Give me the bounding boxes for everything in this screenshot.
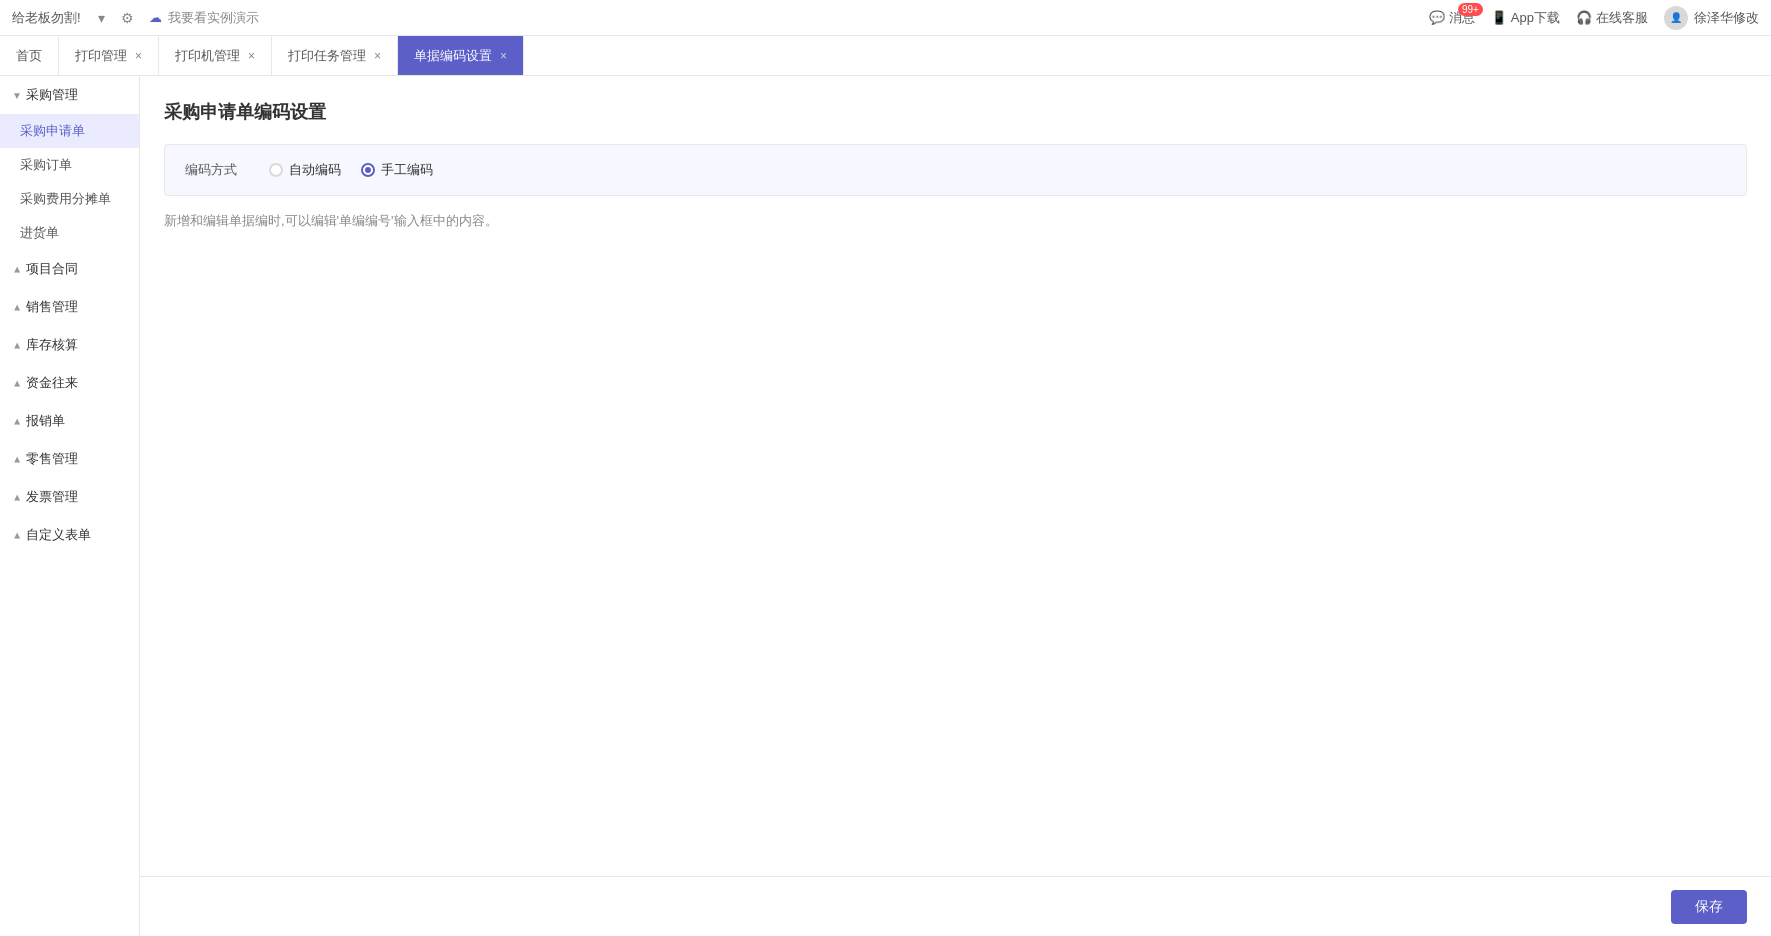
radio-auto-code[interactable]: 自动编码: [269, 161, 341, 179]
user-name: 徐泽华修改: [1694, 9, 1759, 27]
sidebar-group-project: ► 项目合同: [0, 250, 139, 288]
expense-report-group-arrow: ►: [11, 416, 22, 426]
tab-print-management-close[interactable]: ×: [135, 49, 142, 63]
message-icon: 💬: [1429, 10, 1445, 25]
coding-method-section: 编码方式 自动编码 手工编码: [164, 144, 1747, 196]
sidebar-item-purchase-order[interactable]: 采购订单: [0, 148, 139, 182]
sidebar-group-title-retail[interactable]: ► 零售管理: [0, 440, 139, 478]
demo-text: 我要看实例演示: [168, 9, 259, 27]
sidebar-group-inventory: ► 库存核算: [0, 326, 139, 364]
radio-auto-circle: [269, 163, 283, 177]
inventory-group-label: 库存核算: [26, 336, 78, 354]
content-area: 采购申请单编码设置 编码方式 自动编码 手工编码: [140, 76, 1771, 936]
settings-icon[interactable]: ⚙: [119, 9, 137, 27]
demo-section[interactable]: ☁ 我要看实例演示: [149, 9, 259, 27]
cloud-icon: ☁: [149, 10, 162, 25]
app-download-button[interactable]: 📱 App下载: [1491, 9, 1560, 27]
tab-printer-management[interactable]: 打印机管理 ×: [159, 36, 272, 75]
brand-text: 给老板勿割!: [12, 9, 81, 27]
tab-printer-management-close[interactable]: ×: [248, 49, 255, 63]
finance-group-label: 资金往来: [26, 374, 78, 392]
sidebar: ▼ 采购管理 采购申请单 采购订单 采购费用分摊单 进货单 ► 项目合同: [0, 76, 140, 936]
sales-group-arrow: ►: [11, 302, 22, 312]
sidebar-group-title-purchase[interactable]: ▼ 采购管理: [0, 76, 139, 114]
sidebar-group-expense-report: ► 报销单: [0, 402, 139, 440]
tab-print-task-management[interactable]: 打印任务管理 ×: [272, 36, 398, 75]
coding-method-label: 编码方式: [185, 161, 245, 179]
tab-print-management[interactable]: 打印管理 ×: [59, 36, 159, 75]
dropdown-icon[interactable]: ▾: [93, 9, 111, 27]
tab-print-task-management-label: 打印任务管理: [288, 47, 366, 65]
coding-method-row: 编码方式 自动编码 手工编码: [185, 161, 1726, 179]
expense-report-group-label: 报销单: [26, 412, 65, 430]
custom-form-group-arrow: ►: [11, 530, 22, 540]
notification-badge: 99+: [1458, 3, 1483, 16]
sidebar-group-title-inventory[interactable]: ► 库存核算: [0, 326, 139, 364]
retail-group-label: 零售管理: [26, 450, 78, 468]
footer-bar: 保存: [140, 876, 1771, 936]
main-layout: ▼ 采购管理 采购申请单 采购订单 采购费用分摊单 进货单 ► 项目合同: [0, 76, 1771, 936]
project-group-label: 项目合同: [26, 260, 78, 278]
sidebar-group-sales: ► 销售管理: [0, 288, 139, 326]
user-button[interactable]: 👤 徐泽华修改: [1664, 6, 1759, 30]
tab-print-task-management-close[interactable]: ×: [374, 49, 381, 63]
invoice-group-arrow: ►: [11, 492, 22, 502]
top-bar-icons: ▾ ⚙: [93, 9, 137, 27]
tab-home[interactable]: 首页: [0, 36, 59, 75]
sidebar-group-title-project[interactable]: ► 项目合同: [0, 250, 139, 288]
tab-home-label: 首页: [16, 47, 42, 65]
hint-text: 新增和编辑单据编时,可以编辑'单编编号'输入框中的内容。: [164, 212, 1747, 230]
tab-print-management-label: 打印管理: [75, 47, 127, 65]
sidebar-group-title-expense-report[interactable]: ► 报销单: [0, 402, 139, 440]
radio-manual-code[interactable]: 手工编码: [361, 161, 433, 179]
sidebar-group-title-sales[interactable]: ► 销售管理: [0, 288, 139, 326]
sidebar-group-purchase: ▼ 采购管理 采购申请单 采购订单 采购费用分摊单 进货单: [0, 76, 139, 250]
top-bar-left: 给老板勿割! ▾ ⚙ ☁ 我要看实例演示: [12, 9, 259, 27]
phone-icon: 📱: [1491, 10, 1507, 25]
tab-coding-settings-label: 单据编码设置: [414, 47, 492, 65]
sidebar-group-custom-form: ► 自定义表单: [0, 516, 139, 554]
sidebar-group-title-invoice[interactable]: ► 发票管理: [0, 478, 139, 516]
online-service-button[interactable]: 🎧 在线客服: [1576, 9, 1648, 27]
sidebar-item-goods-receipt-label: 进货单: [20, 225, 59, 240]
finance-group-arrow: ►: [11, 378, 22, 388]
tab-bar: 首页 打印管理 × 打印机管理 × 打印任务管理 × 单据编码设置 ×: [0, 36, 1771, 76]
manual-code-label: 手工编码: [381, 161, 433, 179]
online-service-label: 在线客服: [1596, 9, 1648, 27]
save-button[interactable]: 保存: [1671, 890, 1747, 924]
sidebar-item-purchase-request[interactable]: 采购申请单: [0, 114, 139, 148]
tab-coding-settings[interactable]: 单据编码设置 ×: [398, 36, 524, 75]
top-bar-right: 💬 消息 99+ 📱 App下载 🎧 在线客服 👤 徐泽华修改: [1429, 6, 1759, 30]
sidebar-item-purchase-expense-label: 采购费用分摊单: [20, 191, 111, 206]
project-group-arrow: ►: [11, 264, 22, 274]
sidebar-item-purchase-expense[interactable]: 采购费用分摊单: [0, 182, 139, 216]
retail-group-arrow: ►: [11, 454, 22, 464]
top-bar: 给老板勿割! ▾ ⚙ ☁ 我要看实例演示 💬 消息 99+ 📱 App下载 🎧 …: [0, 0, 1771, 36]
sidebar-item-purchase-request-label: 采购申请单: [20, 123, 85, 138]
sidebar-group-finance: ► 资金往来: [0, 364, 139, 402]
purchase-group-arrow: ▼: [12, 90, 22, 101]
sidebar-group-invoice: ► 发票管理: [0, 478, 139, 516]
sidebar-group-title-custom-form[interactable]: ► 自定义表单: [0, 516, 139, 554]
tab-printer-management-label: 打印机管理: [175, 47, 240, 65]
notification-button[interactable]: 💬 消息 99+: [1429, 9, 1475, 27]
purchase-group-label: 采购管理: [26, 86, 78, 104]
sidebar-item-goods-receipt[interactable]: 进货单: [0, 216, 139, 250]
sidebar-item-purchase-order-label: 采购订单: [20, 157, 72, 172]
page-title: 采购申请单编码设置: [164, 100, 1747, 124]
custom-form-group-label: 自定义表单: [26, 526, 91, 544]
avatar: 👤: [1664, 6, 1688, 30]
inventory-group-arrow: ►: [11, 340, 22, 350]
tab-coding-settings-close[interactable]: ×: [500, 49, 507, 63]
invoice-group-label: 发票管理: [26, 488, 78, 506]
radio-manual-circle: [361, 163, 375, 177]
sidebar-group-title-finance[interactable]: ► 资金往来: [0, 364, 139, 402]
auto-code-label: 自动编码: [289, 161, 341, 179]
content-inner: 采购申请单编码设置 编码方式 自动编码 手工编码: [140, 76, 1771, 876]
app-download-label: App下载: [1511, 9, 1560, 27]
radio-group-coding: 自动编码 手工编码: [269, 161, 433, 179]
headset-icon: 🎧: [1576, 10, 1592, 25]
sidebar-group-retail: ► 零售管理: [0, 440, 139, 478]
sales-group-label: 销售管理: [26, 298, 78, 316]
